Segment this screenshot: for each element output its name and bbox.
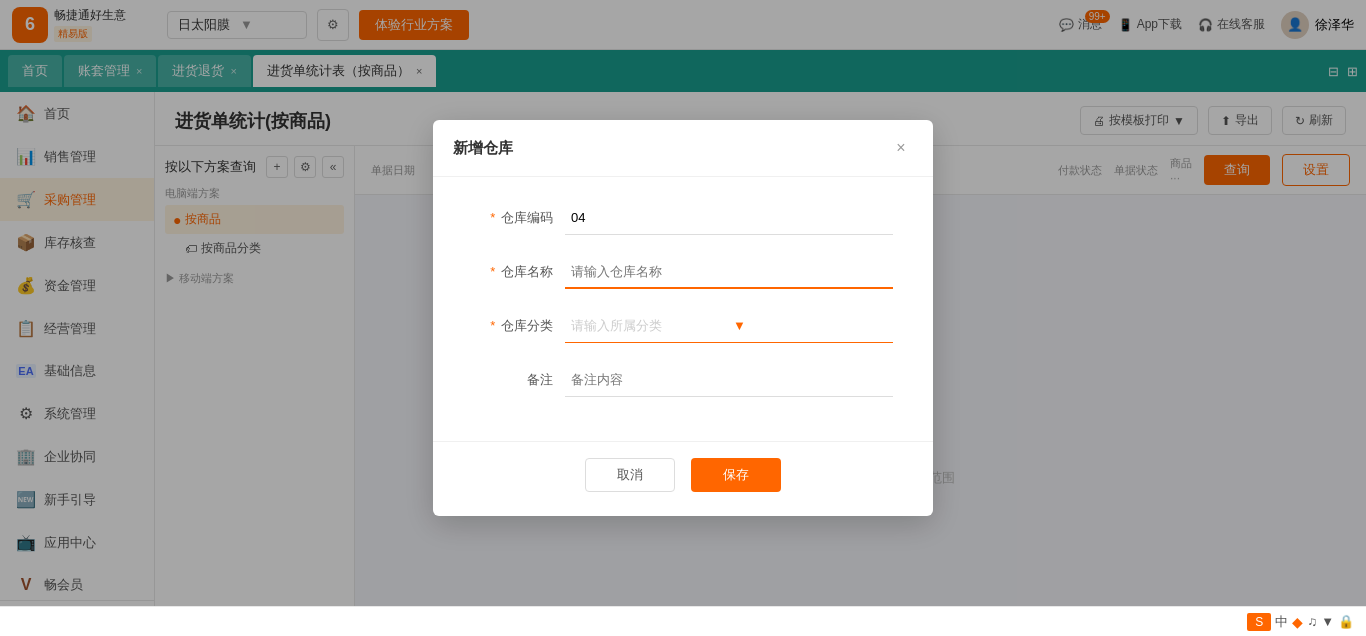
save-button[interactable]: 保存	[691, 458, 781, 492]
status-bar-right: S 中 ◆ ♫ ▼ 🔒	[1247, 613, 1354, 631]
category-select[interactable]: 请输入所属分类 ▼	[565, 309, 893, 343]
modal-header: 新增仓库 ×	[433, 120, 933, 177]
modal-footer: 取消 保存	[433, 441, 933, 516]
category-dropdown-arrow: ▼	[727, 318, 889, 333]
modal-title: 新增仓库	[453, 139, 513, 158]
code-required: *	[490, 210, 495, 225]
status-s-logo: S	[1247, 613, 1271, 631]
category-required: *	[490, 318, 495, 333]
code-input[interactable]	[565, 201, 893, 235]
status-chinese: 中	[1275, 613, 1288, 631]
form-row-code: * 仓库编码	[473, 201, 893, 235]
new-warehouse-modal: 新增仓库 × * 仓库编码 * 仓库名称	[433, 120, 933, 516]
status-music: ♫	[1307, 614, 1317, 629]
cancel-button[interactable]: 取消	[585, 458, 675, 492]
modal-close-button[interactable]: ×	[889, 136, 913, 160]
modal-overlay: 新增仓库 × * 仓库编码 * 仓库名称	[0, 0, 1366, 636]
remark-label: 备注	[473, 371, 553, 389]
modal-body: * 仓库编码 * 仓库名称 * 仓库分类 请输入	[433, 177, 933, 441]
category-placeholder: 请输入所属分类	[565, 317, 727, 335]
remark-input[interactable]	[565, 363, 893, 397]
form-row-remark: 备注	[473, 363, 893, 397]
status-lock: 🔒	[1338, 614, 1354, 629]
status-bar: S 中 ◆ ♫ ▼ 🔒	[0, 606, 1366, 636]
name-input[interactable]	[565, 255, 893, 289]
form-row-category: * 仓库分类 请输入所属分类 ▼	[473, 309, 893, 343]
code-label: * 仓库编码	[473, 209, 553, 227]
status-arrow: ▼	[1321, 614, 1334, 629]
name-required: *	[490, 264, 495, 279]
status-diamond: ◆	[1292, 614, 1303, 630]
name-label: * 仓库名称	[473, 263, 553, 281]
form-row-name: * 仓库名称	[473, 255, 893, 289]
category-label: * 仓库分类	[473, 317, 553, 335]
